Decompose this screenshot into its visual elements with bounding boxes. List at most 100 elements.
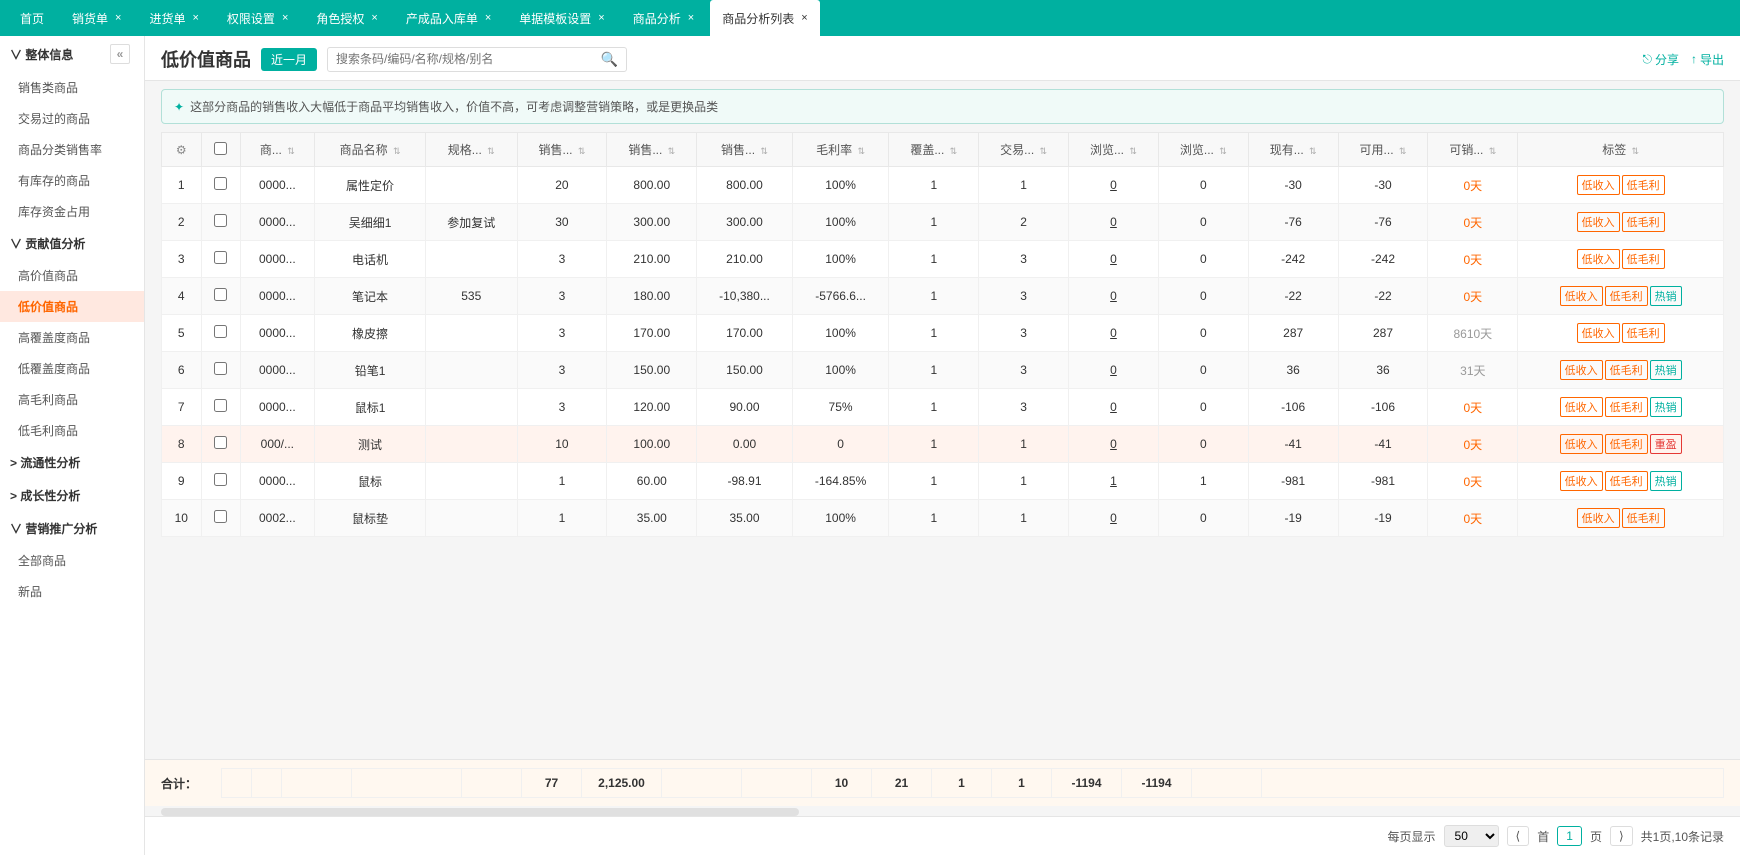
col-name[interactable]: 商品名称 ⇅ bbox=[315, 133, 426, 167]
sidebar-group-contribution[interactable]: ∨ 贡献值分析 bbox=[0, 227, 144, 260]
share-button[interactable]: ⎋ 分享 bbox=[1642, 51, 1679, 68]
browse-link[interactable]: 0 bbox=[1110, 326, 1117, 340]
row-browse1[interactable]: 0 bbox=[1069, 500, 1159, 537]
row-checkbox-cell[interactable] bbox=[201, 389, 240, 426]
row-checkbox[interactable] bbox=[214, 510, 227, 523]
browse-link[interactable]: 0 bbox=[1110, 178, 1117, 192]
sidebar-item-high-value[interactable]: 高价值商品 bbox=[0, 260, 144, 291]
close-icon[interactable]: × bbox=[371, 12, 377, 24]
sidebar-item-stocked-products[interactable]: 有库存的商品 bbox=[0, 165, 144, 196]
sidebar-item-all-products[interactable]: 全部商品 bbox=[0, 545, 144, 576]
row-checkbox-cell[interactable] bbox=[201, 426, 240, 463]
col-browse1[interactable]: 浏览... ⇅ bbox=[1069, 133, 1159, 167]
row-checkbox-cell[interactable] bbox=[201, 167, 240, 204]
col-margin[interactable]: 毛利率 ⇅ bbox=[792, 133, 889, 167]
select-all-checkbox[interactable] bbox=[214, 142, 227, 155]
row-checkbox-cell[interactable] bbox=[201, 241, 240, 278]
sidebar-item-sales-products[interactable]: 销售类商品 bbox=[0, 72, 144, 103]
sidebar-group-overall[interactable]: ∨ 整体信息 « bbox=[0, 36, 144, 72]
col-sales2[interactable]: 销售... ⇅ bbox=[607, 133, 697, 167]
row-browse1[interactable]: 0 bbox=[1069, 241, 1159, 278]
sidebar-group-flow[interactable]: > 流通性分析 bbox=[0, 446, 144, 479]
collapse-icon[interactable]: « bbox=[110, 44, 130, 64]
browse-link[interactable]: 0 bbox=[1110, 289, 1117, 303]
close-icon[interactable]: × bbox=[115, 12, 121, 24]
sidebar-item-low-coverage[interactable]: 低覆盖度商品 bbox=[0, 353, 144, 384]
sidebar-group-growth[interactable]: > 成长性分析 bbox=[0, 479, 144, 512]
sidebar-item-high-margin[interactable]: 高毛利商品 bbox=[0, 384, 144, 415]
row-browse1[interactable]: 0 bbox=[1069, 352, 1159, 389]
col-sellable[interactable]: 可销... ⇅ bbox=[1428, 133, 1518, 167]
row-checkbox[interactable] bbox=[214, 288, 227, 301]
browse-link[interactable]: 0 bbox=[1110, 363, 1117, 377]
row-checkbox[interactable] bbox=[214, 325, 227, 338]
col-tags[interactable]: 标签 ⇅ bbox=[1518, 133, 1724, 167]
close-icon[interactable]: × bbox=[598, 12, 604, 24]
row-checkbox-cell[interactable] bbox=[201, 500, 240, 537]
row-browse1[interactable]: 0 bbox=[1069, 389, 1159, 426]
row-checkbox[interactable] bbox=[214, 473, 227, 486]
sidebar-group-marketing[interactable]: ∨ 营销推广分析 bbox=[0, 512, 144, 545]
browse-link[interactable]: 1 bbox=[1110, 474, 1117, 488]
col-sales1[interactable]: 销售... ⇅ bbox=[517, 133, 607, 167]
browse-link[interactable]: 0 bbox=[1110, 400, 1117, 414]
nav-product-analysis[interactable]: 商品分析 × bbox=[621, 0, 706, 36]
col-stock2[interactable]: 可用... ⇅ bbox=[1338, 133, 1428, 167]
col-spec[interactable]: 规格... ⇅ bbox=[425, 133, 517, 167]
first-page-button[interactable]: ⟨ bbox=[1507, 826, 1530, 846]
gear-icon[interactable]: ⚙ bbox=[176, 143, 187, 157]
sidebar-item-low-value[interactable]: 低价值商品 bbox=[0, 291, 144, 322]
row-browse1[interactable]: 0 bbox=[1069, 204, 1159, 241]
nav-product-analysis-list[interactable]: 商品分析列表 × bbox=[710, 0, 819, 36]
per-page-select[interactable]: 50 100 200 bbox=[1444, 825, 1499, 847]
browse-link[interactable]: 0 bbox=[1110, 215, 1117, 229]
sidebar-item-new-products[interactable]: 新品 bbox=[0, 576, 144, 607]
close-icon[interactable]: × bbox=[485, 12, 491, 24]
col-cover[interactable]: 覆盖... ⇅ bbox=[889, 133, 979, 167]
nav-home[interactable]: 首页 bbox=[8, 0, 56, 36]
col-gear[interactable]: ⚙ bbox=[162, 133, 202, 167]
sidebar-item-stock-capital[interactable]: 库存资金占用 bbox=[0, 196, 144, 227]
col-browse2[interactable]: 浏览... ⇅ bbox=[1158, 133, 1248, 167]
col-code[interactable]: 商... ⇅ bbox=[240, 133, 315, 167]
filter-recent-month-button[interactable]: 近一月 bbox=[261, 48, 317, 71]
browse-link[interactable]: 0 bbox=[1110, 511, 1117, 525]
search-icon[interactable]: 🔍 bbox=[601, 51, 618, 68]
sidebar-item-category-rate[interactable]: 商品分类销售率 bbox=[0, 134, 144, 165]
search-input[interactable] bbox=[336, 52, 596, 66]
col-stock1[interactable]: 现有... ⇅ bbox=[1248, 133, 1338, 167]
row-checkbox-cell[interactable] bbox=[201, 315, 240, 352]
close-icon[interactable]: × bbox=[192, 12, 198, 24]
row-checkbox[interactable] bbox=[214, 177, 227, 190]
row-checkbox-cell[interactable] bbox=[201, 278, 240, 315]
nav-product-inbound[interactable]: 产成品入库单 × bbox=[394, 0, 503, 36]
close-icon[interactable]: × bbox=[688, 12, 694, 24]
browse-link[interactable]: 0 bbox=[1110, 252, 1117, 266]
nav-sales-order[interactable]: 销货单 × bbox=[60, 0, 133, 36]
nav-permission[interactable]: 权限设置 × bbox=[215, 0, 300, 36]
next-page-button[interactable]: ⟩ bbox=[1610, 826, 1633, 846]
sidebar-item-low-margin[interactable]: 低毛利商品 bbox=[0, 415, 144, 446]
row-browse1[interactable]: 1 bbox=[1069, 463, 1159, 500]
row-checkbox-cell[interactable] bbox=[201, 352, 240, 389]
row-checkbox[interactable] bbox=[214, 214, 227, 227]
export-button[interactable]: ↑ 导出 bbox=[1691, 51, 1724, 68]
nav-purchase-order[interactable]: 进货单 × bbox=[137, 0, 210, 36]
row-browse1[interactable]: 0 bbox=[1069, 315, 1159, 352]
col-sales3[interactable]: 销售... ⇅ bbox=[697, 133, 793, 167]
row-browse1[interactable]: 0 bbox=[1069, 167, 1159, 204]
nav-role-auth[interactable]: 角色授权 × bbox=[304, 0, 389, 36]
close-icon[interactable]: × bbox=[801, 12, 807, 24]
row-checkbox[interactable] bbox=[214, 362, 227, 375]
row-checkbox-cell[interactable] bbox=[201, 204, 240, 241]
browse-link[interactable]: 0 bbox=[1110, 437, 1117, 451]
sidebar-item-traded-products[interactable]: 交易过的商品 bbox=[0, 103, 144, 134]
sidebar-item-high-coverage[interactable]: 高覆盖度商品 bbox=[0, 322, 144, 353]
row-checkbox[interactable] bbox=[214, 251, 227, 264]
col-trade[interactable]: 交易... ⇅ bbox=[979, 133, 1069, 167]
close-icon[interactable]: × bbox=[282, 12, 288, 24]
row-checkbox[interactable] bbox=[214, 399, 227, 412]
row-browse1[interactable]: 0 bbox=[1069, 426, 1159, 463]
nav-template-settings[interactable]: 单据模板设置 × bbox=[507, 0, 616, 36]
row-browse1[interactable]: 0 bbox=[1069, 278, 1159, 315]
